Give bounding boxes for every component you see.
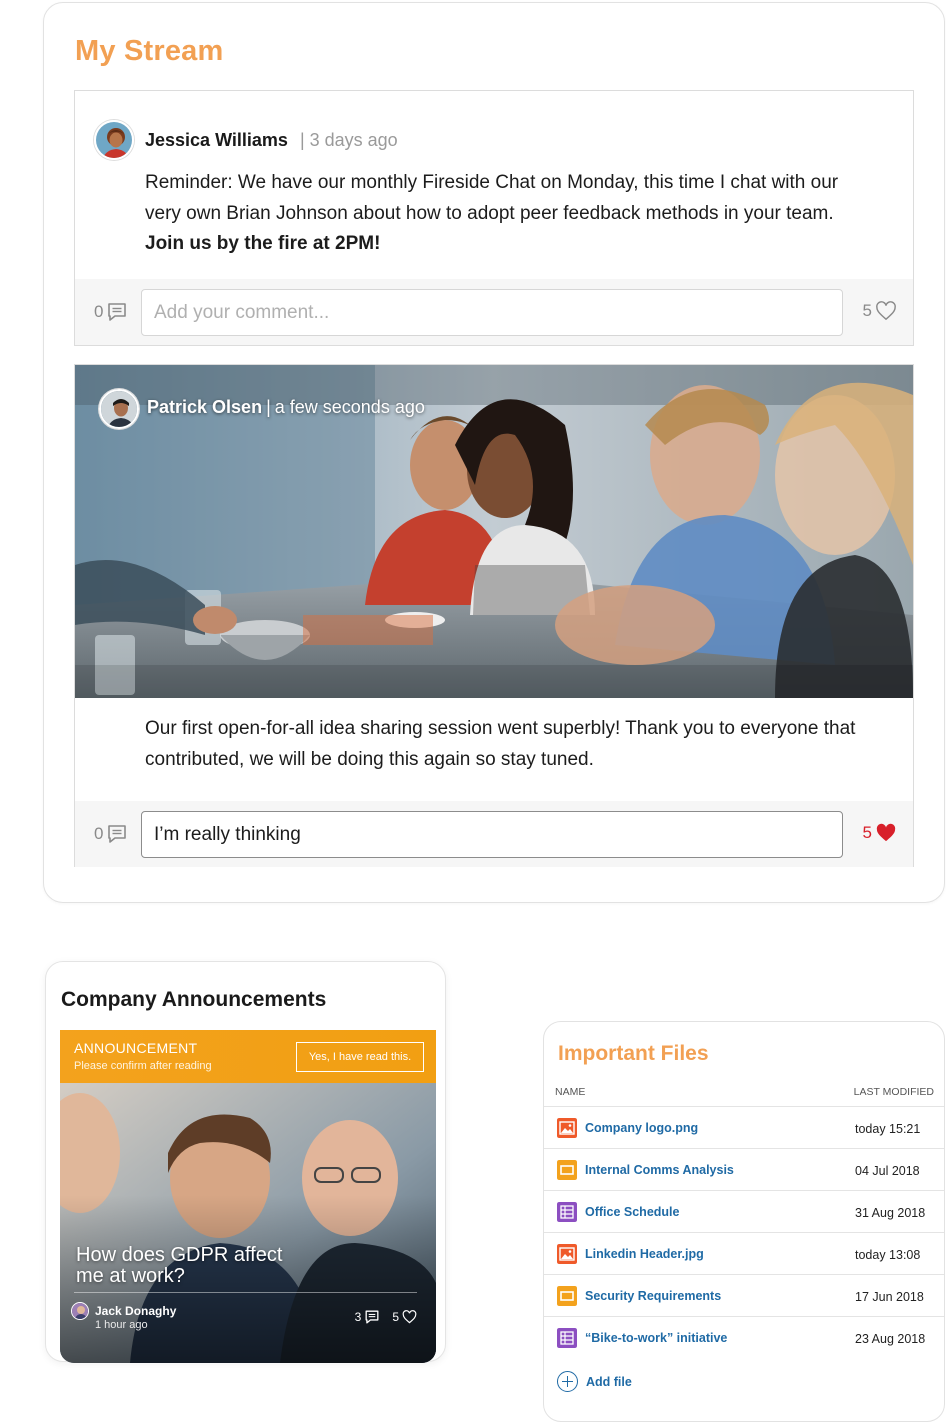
announcements-title: Company Announcements <box>61 988 327 1011</box>
avatar[interactable] <box>94 120 134 160</box>
my-stream-card: My Stream Jessica Williams | 3 days ago R… <box>43 2 945 903</box>
comment-input[interactable] <box>141 289 843 336</box>
announcements-card: Company Announcements ANNOUNCEMENT Pleas… <box>45 961 446 1363</box>
file-name[interactable]: Security Requirements <box>585 1289 721 1303</box>
likes-count: 5 <box>392 1310 399 1324</box>
comment-count[interactable]: 0 <box>94 301 128 323</box>
announcement-likes[interactable]: 5 <box>392 1310 417 1324</box>
announcement-subtext: Please confirm after reading <box>74 1060 212 1072</box>
comment-count-value: 0 <box>94 302 104 321</box>
file-name[interactable]: Company logo.png <box>585 1121 698 1135</box>
file-date: 04 Jul 2018 <box>855 1164 920 1178</box>
comment-icon <box>108 303 127 321</box>
post-text: Reminder: We have our monthly Fireside C… <box>145 172 839 224</box>
file-date: today 15:21 <box>855 1122 921 1136</box>
post-text: Our first open-for-all idea sharing sess… <box>145 718 856 770</box>
file-name[interactable]: Linkedin Header.jpg <box>585 1247 704 1261</box>
image-file-icon <box>557 1118 577 1138</box>
stream-title: My Stream <box>75 35 224 67</box>
file-date: 23 Aug 2018 <box>855 1332 926 1346</box>
file-row[interactable]: Company logo.png today 15:21 <box>544 1106 944 1148</box>
post-text-bold: Join us by the fire at 2PM! <box>145 233 381 254</box>
like-count: 5 <box>862 301 872 320</box>
file-date: 31 Aug 2018 <box>855 1206 926 1220</box>
column-last-modified[interactable]: LAST MODIFIED <box>854 1086 934 1098</box>
heart-icon <box>876 301 896 321</box>
announcement-headline[interactable]: How does GDPR affect me at work? <box>76 1245 296 1287</box>
comment-count-value: 0 <box>94 824 104 843</box>
stream-post: Patrick Olsen | a few seconds ago Our firs… <box>74 364 914 867</box>
slides-file-icon <box>557 1286 577 1306</box>
heart-icon <box>402 1310 417 1324</box>
stream-post: Jessica Williams | 3 days ago Reminder: W… <box>74 90 914 346</box>
column-name[interactable]: NAME <box>555 1086 585 1098</box>
important-files-card: Important Files NAME LAST MODIFIED Compa… <box>543 1021 945 1422</box>
like-count: 5 <box>862 823 872 842</box>
post-body: Reminder: We have our monthly Fireside C… <box>145 168 875 260</box>
like-button[interactable]: 5 <box>863 823 897 843</box>
announcement-author[interactable]: Jack Donaghy <box>95 1304 176 1318</box>
file-name[interactable]: Internal Comms Analysis <box>585 1163 734 1177</box>
announcement-stats: 3 5 <box>355 1309 417 1325</box>
file-row[interactable]: Internal Comms Analysis 04 Jul 2018 <box>544 1148 944 1190</box>
post-author-line: Patrick Olsen | a few seconds ago <box>147 397 425 418</box>
sheet-file-icon <box>557 1202 577 1222</box>
author-name[interactable]: Jessica Williams <box>145 130 288 150</box>
confirm-read-button[interactable]: Yes, I have read this. <box>296 1042 424 1072</box>
files-title: Important Files <box>558 1042 709 1065</box>
comment-bar: 0 5 <box>75 801 913 867</box>
slides-file-icon <box>557 1160 577 1180</box>
file-row[interactable]: “Bike-to-work” initiative 23 Aug 2018 <box>544 1316 944 1358</box>
post-author-line: Jessica Williams | 3 days ago <box>145 130 398 151</box>
file-date: 17 Jun 2018 <box>855 1290 924 1304</box>
announcement-divider <box>74 1292 417 1293</box>
file-row[interactable]: Office Schedule 31 Aug 2018 <box>544 1190 944 1232</box>
file-row[interactable]: Linkedin Header.jpg today 13:08 <box>544 1232 944 1274</box>
heart-filled-icon <box>876 823 896 842</box>
like-button[interactable]: 5 <box>863 301 897 321</box>
announcement-banner: ANNOUNCEMENT Please confirm after readin… <box>60 1030 436 1083</box>
avatar[interactable] <box>71 1302 89 1320</box>
avatar[interactable] <box>99 389 139 429</box>
file-row[interactable]: Security Requirements 17 Jun 2018 <box>544 1274 944 1316</box>
author-separator: | <box>266 397 271 417</box>
comment-icon <box>365 1310 379 1324</box>
file-name[interactable]: “Bike-to-work” initiative <box>585 1331 727 1345</box>
announcement-label: ANNOUNCEMENT <box>74 1040 198 1056</box>
announcement-comments[interactable]: 3 <box>355 1309 381 1325</box>
plus-circle-icon <box>557 1371 578 1392</box>
files-table-header: NAME LAST MODIFIED <box>544 1086 944 1106</box>
sheet-file-icon <box>557 1328 577 1348</box>
post-time: | 3 days ago <box>299 130 398 150</box>
comment-icon <box>108 825 127 843</box>
file-date: today 13:08 <box>855 1248 921 1262</box>
comment-count[interactable]: 0 <box>94 823 128 845</box>
author-name[interactable]: Patrick Olsen <box>147 397 262 417</box>
post-time: a few seconds ago <box>274 397 425 417</box>
add-file-button[interactable]: Add file <box>557 1371 632 1392</box>
comment-bar: 0 5 <box>75 279 913 345</box>
add-file-label: Add file <box>586 1374 632 1389</box>
image-file-icon <box>557 1244 577 1264</box>
comments-count: 3 <box>354 1310 362 1324</box>
file-name[interactable]: Office Schedule <box>585 1205 679 1219</box>
announcement-time: 1 hour ago <box>95 1319 148 1331</box>
comment-input[interactable] <box>141 811 843 858</box>
